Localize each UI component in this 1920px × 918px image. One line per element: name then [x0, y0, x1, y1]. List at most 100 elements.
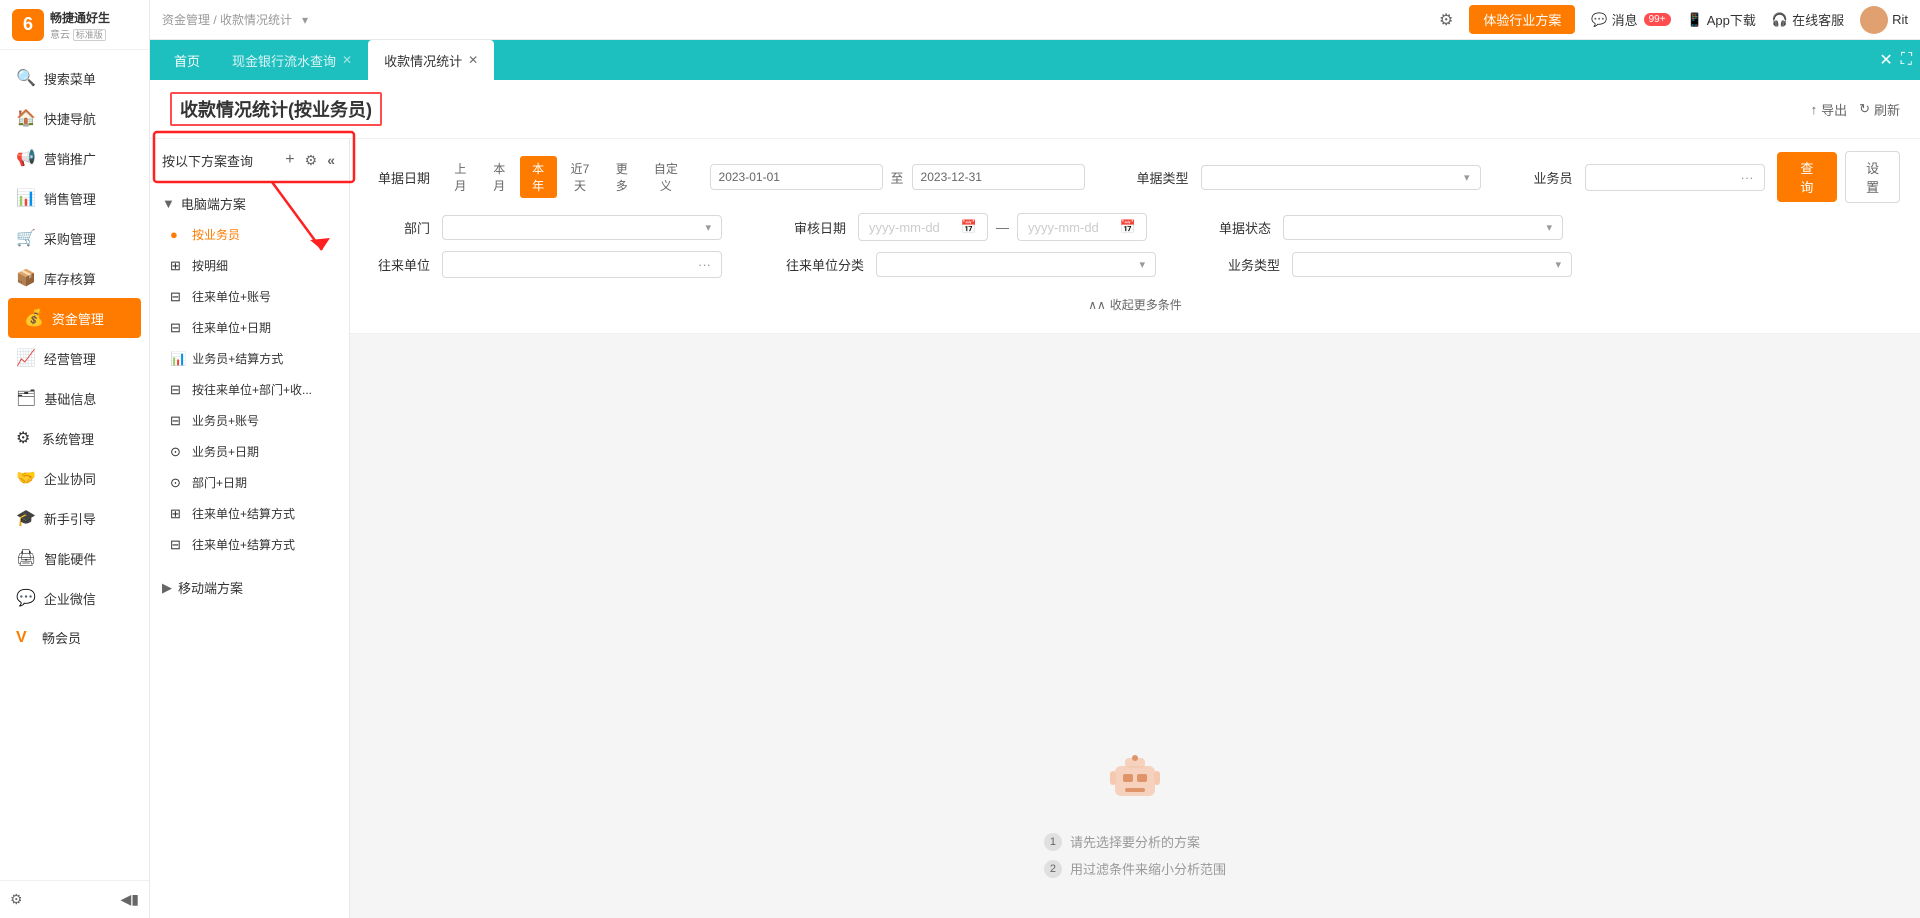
calendar-icon-1: 📅	[961, 219, 977, 235]
scheme-item-8[interactable]: ⊙ 部门+日期	[158, 467, 349, 498]
settings-icon-btn[interactable]: ⚙	[1439, 10, 1453, 30]
empty-step-1: 1 请先选择要分析的方案	[1044, 832, 1226, 851]
salesperson-input[interactable]: ···	[1585, 164, 1765, 191]
sidebar-item-wechat[interactable]: 💬 企业微信	[0, 578, 149, 618]
scheme-item-label-6: 业务员+账号	[192, 412, 259, 429]
scheme-item-label-3: 往来单位+日期	[192, 319, 271, 336]
sidebar-item-newuser[interactable]: 🎓 新手引导	[0, 498, 149, 538]
collapse-bar[interactable]: ∧∧ 收起更多条件	[370, 288, 1900, 321]
sidebar-item-marketing-label: 营销推广	[44, 149, 96, 168]
user-avatar-btn[interactable]: Rit	[1860, 6, 1908, 34]
sidebar-item-marketing[interactable]: 📢 营销推广	[0, 138, 149, 178]
breadcrumb-dropdown-btn[interactable]: ▾	[300, 11, 310, 29]
sidebar-item-inventory[interactable]: 📦 库存核算	[0, 258, 149, 298]
logo-text: 畅捷通好生 意云 标准版	[50, 9, 110, 41]
date-tab-thismonth[interactable]: 本月	[481, 156, 518, 198]
auditdate-label: 审核日期	[786, 218, 846, 237]
audit-from-value: yyyy-mm-dd	[869, 220, 940, 235]
partner-input[interactable]: ···	[442, 251, 722, 278]
sidebar-item-system[interactable]: ⚙ 系统管理	[0, 418, 149, 458]
left-panel-header: 按以下方案查询 + ⚙ «	[150, 139, 349, 182]
desktop-scheme-header[interactable]: ▼ 电脑端方案	[150, 188, 349, 219]
scheme-item-label-9: 往来单位+结算方式	[192, 505, 295, 522]
scheme-item-3[interactable]: ⊟ 往来单位+日期	[158, 312, 349, 343]
biztype-input[interactable]: ▾	[1292, 252, 1572, 277]
filter-actions: 查询 设置	[1777, 151, 1900, 203]
topbar-left: 资金管理 / 收款情况统计 ▾	[162, 11, 1439, 29]
sidebar-item-management[interactable]: 📈 经营管理	[0, 338, 149, 378]
scheme-item-5[interactable]: ⊟ 按往来单位+部门+收...	[158, 374, 349, 405]
user-name: Rit	[1892, 12, 1908, 27]
sidebar-item-quicknav[interactable]: 🏠 快捷导航	[0, 98, 149, 138]
scheme-item-10[interactable]: ⊟ 往来单位+结算方式	[158, 529, 349, 560]
add-scheme-btn[interactable]: +	[283, 149, 296, 171]
dept-input[interactable]: ▾	[442, 215, 722, 240]
sidebar-item-newuser-label: 新手引导	[44, 509, 96, 528]
member-nav-icon: V	[16, 629, 34, 647]
sidebar-settings-btn[interactable]: ⚙	[8, 889, 25, 910]
tab-maximize-btn[interactable]: ⛶	[1901, 51, 1912, 69]
tab-bank-flow-close[interactable]: ✕	[342, 53, 352, 67]
sidebar-item-basic[interactable]: 🗂 基础信息	[0, 378, 149, 418]
scheme-item-9[interactable]: ⊞ 往来单位+结算方式	[158, 498, 349, 529]
empty-illustration	[1095, 736, 1175, 816]
date-tab-custom[interactable]: 自定义	[642, 156, 689, 198]
scheme-icon-4: 📊	[170, 351, 186, 367]
sales-nav-icon: 📊	[16, 188, 36, 208]
scheme-item-1[interactable]: ⊞ 按明细	[158, 250, 349, 281]
tab-receipt-stats[interactable]: 收款情况统计 ✕	[368, 40, 494, 80]
basic-nav-icon: 🗂	[16, 388, 36, 408]
audit-dash: —	[992, 220, 1013, 235]
scheme-collapse-btn[interactable]: «	[325, 150, 337, 170]
page-header: 收款情况统计(按业务员) ↑ 导出 ↻ 刷新	[150, 80, 1920, 139]
audit-to-input[interactable]: yyyy-mm-dd 📅	[1017, 213, 1147, 241]
app-download-btn[interactable]: 📱 App下载	[1687, 10, 1756, 29]
sidebar-item-hardware[interactable]: 🖨 智能硬件	[0, 538, 149, 578]
sidebar-item-member[interactable]: V 畅会员	[0, 618, 149, 657]
messages-btn[interactable]: 💬 消息 99+	[1591, 10, 1670, 29]
online-service-btn[interactable]: 🎧 在线客服	[1772, 10, 1844, 29]
scheme-item-4[interactable]: 📊 业务员+结算方式	[158, 343, 349, 374]
partner-more-dots[interactable]: ···	[698, 257, 711, 272]
date-tab-more[interactable]: 更多	[603, 156, 640, 198]
date-from-input[interactable]	[710, 164, 883, 190]
scheme-item-label-5: 按往来单位+部门+收...	[192, 381, 312, 398]
sidebar-item-sales[interactable]: 📊 销售管理	[0, 178, 149, 218]
filter-row-1: 单据日期 上月 本月 本年 近7天 更多 自定义 至	[370, 151, 1900, 203]
partner-cat-input[interactable]: ▾	[876, 252, 1156, 277]
app-download-label: App下载	[1707, 10, 1756, 29]
sidebar-item-finance[interactable]: 💰 资金管理	[8, 298, 141, 338]
sidebar-item-purchase[interactable]: 🛒 采购管理	[0, 218, 149, 258]
date-tab-thisyear[interactable]: 本年	[520, 156, 557, 198]
date-tab-lastmonth[interactable]: 上月	[442, 156, 479, 198]
audit-from-input[interactable]: yyyy-mm-dd 📅	[858, 213, 988, 241]
refresh-btn[interactable]: ↻ 刷新	[1859, 100, 1900, 119]
mobile-scheme-header[interactable]: ▶ 移动端方案	[150, 572, 349, 603]
scheme-item-6[interactable]: ⊟ 业务员+账号	[158, 405, 349, 436]
scheme-item-0[interactable]: ● 按业务员	[158, 219, 349, 250]
audit-date-range: yyyy-mm-dd 📅 — yyyy-mm-dd 📅	[858, 213, 1147, 241]
tab-home[interactable]: 首页	[158, 40, 216, 80]
breadcrumb: 资金管理 / 收款情况统计	[162, 11, 292, 28]
export-btn[interactable]: ↑ 导出	[1811, 100, 1848, 119]
mobile-scheme-section: ▶ 移动端方案	[150, 566, 349, 609]
partner-cat-label: 往来单位分类	[786, 255, 864, 274]
scheme-settings-btn[interactable]: ⚙	[303, 150, 320, 171]
date-tab-7days[interactable]: 近7天	[559, 156, 602, 198]
trial-btn[interactable]: 体验行业方案	[1469, 5, 1575, 34]
messages-badge: 99+	[1644, 13, 1671, 26]
tab-bank-flow[interactable]: 现金银行流水查询 ✕	[216, 40, 368, 80]
sidebar-item-corp[interactable]: 🤝 企业协同	[0, 458, 149, 498]
sidebar-item-search[interactable]: 🔍 搜索菜单	[0, 58, 149, 98]
salesperson-more-dots[interactable]: ···	[1741, 170, 1754, 185]
scheme-item-7[interactable]: ⊙ 业务员+日期	[158, 436, 349, 467]
docstatus-input[interactable]: ▾	[1283, 215, 1563, 240]
scheme-item-2[interactable]: ⊟ 往来单位+账号	[158, 281, 349, 312]
doctype-input[interactable]: ▾	[1201, 165, 1481, 190]
sidebar-collapse-btn[interactable]: ◀▮	[119, 889, 141, 910]
date-to-input[interactable]	[912, 164, 1085, 190]
tab-receipt-stats-close[interactable]: ✕	[468, 53, 478, 67]
filter-settings-btn[interactable]: 设置	[1845, 151, 1900, 203]
tab-close-all-btn[interactable]: ✕	[1879, 50, 1892, 70]
query-btn[interactable]: 查询	[1777, 152, 1838, 202]
